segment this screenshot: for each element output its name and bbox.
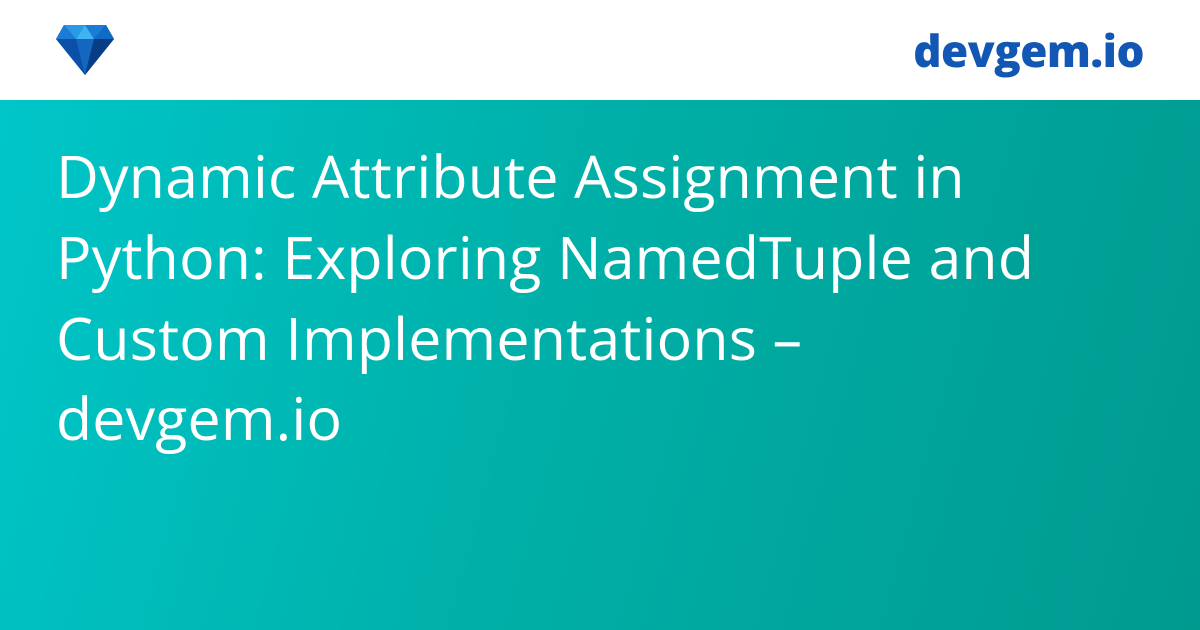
page-title: Dynamic Attribute Assignment in Python: … bbox=[56, 136, 1096, 459]
brand-text: devgem.io bbox=[913, 20, 1144, 80]
header-bar: devgem.io bbox=[0, 0, 1200, 100]
hero-section: Dynamic Attribute Assignment in Python: … bbox=[0, 100, 1200, 630]
gem-icon bbox=[56, 25, 114, 75]
